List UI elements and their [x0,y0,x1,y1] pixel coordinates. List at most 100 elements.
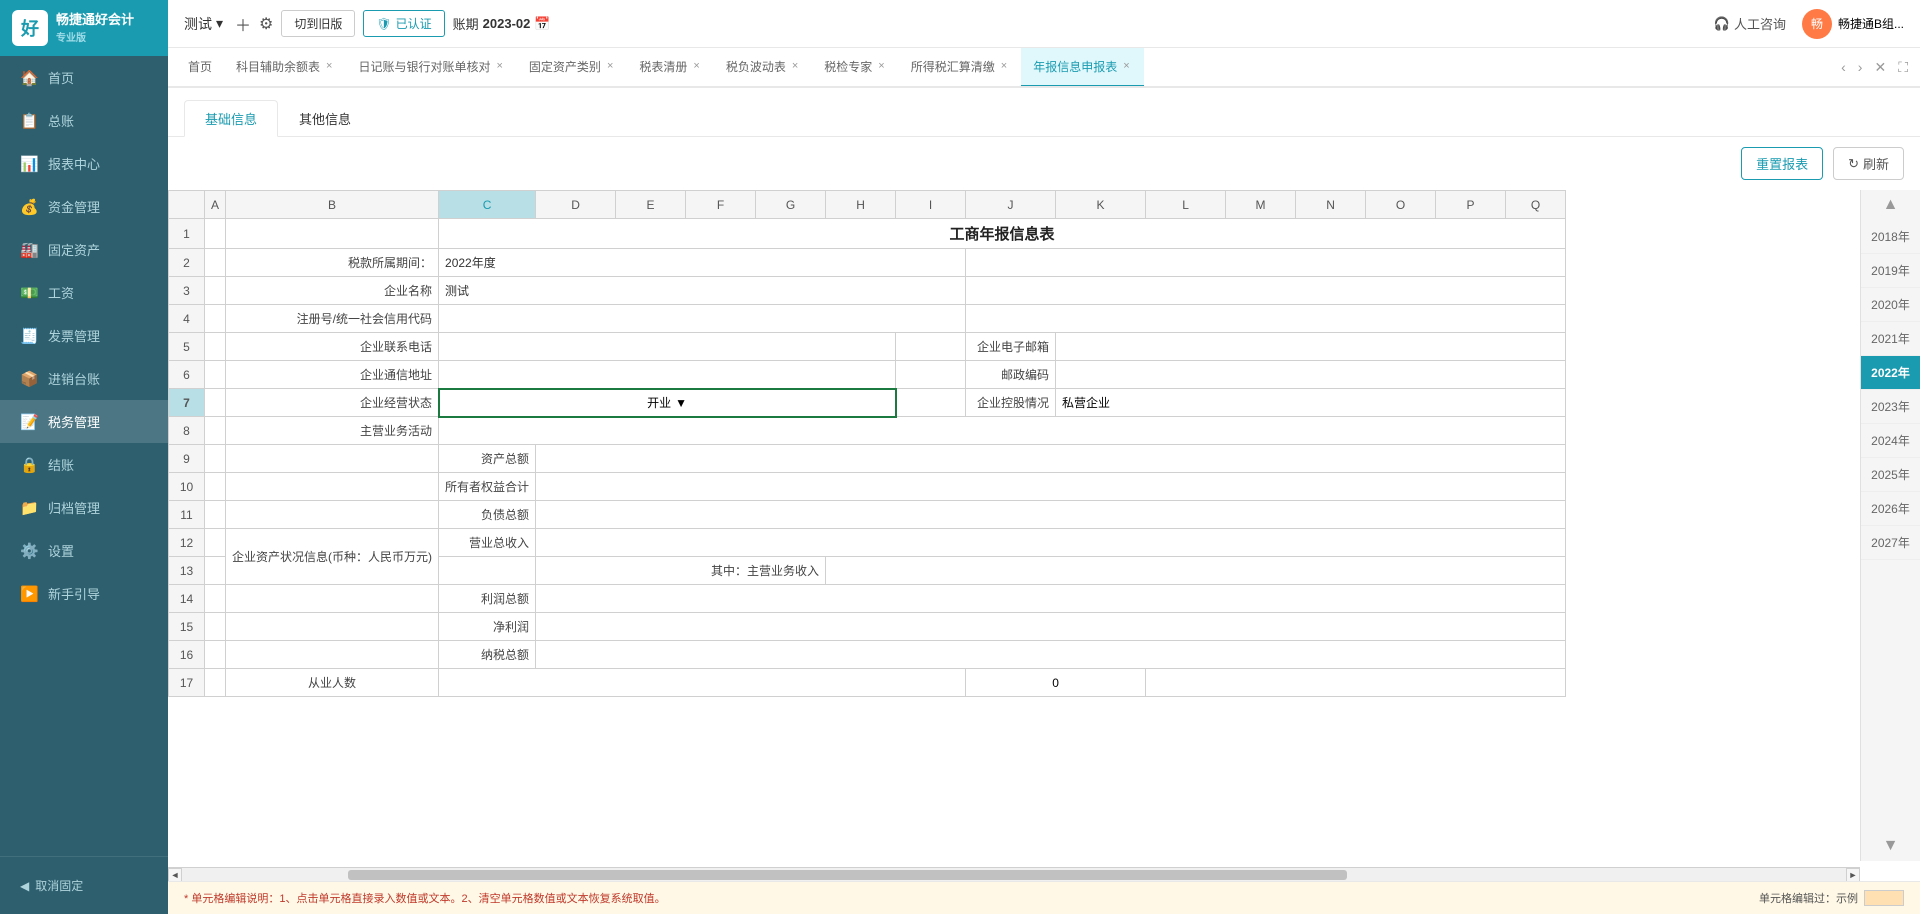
cell-5-j[interactable]: 企业电子邮箱 [966,333,1056,361]
cell-10-a[interactable] [205,473,226,501]
cell-15-c[interactable]: 净利润 [439,613,536,641]
tab-close-income_tax[interactable]: × [999,60,1009,72]
tab-close-aux[interactable]: × [324,60,334,72]
cell-14-b[interactable] [226,585,439,613]
year-item[interactable]: 2019年 [1861,254,1920,288]
tab-tax_clear[interactable]: 税表清册× [627,48,713,87]
year-item[interactable]: 2026年 [1861,492,1920,526]
sidebar-item-salary[interactable]: 💵 工资 [0,271,168,314]
cell-12-c[interactable]: 营业总收入 [439,529,536,557]
h-scroll-track[interactable] [182,868,1846,882]
cell-9-d[interactable] [536,445,1566,473]
tab-income_tax[interactable]: 所得税汇算清缴× [899,48,1021,87]
tab-home[interactable]: 首页 [176,48,224,87]
tab-tax_expert[interactable]: 税检专家× [812,48,898,87]
sidebar-item-tax[interactable]: 📝 税务管理 [0,400,168,443]
year-item[interactable]: 2025年 [1861,458,1920,492]
cell-8-b[interactable]: 主营业务活动 [226,417,439,445]
cell-17-c[interactable] [439,669,966,697]
cell-13-h[interactable] [826,557,1566,585]
cell-10-d[interactable] [536,473,1566,501]
tab-expand-btn[interactable]: ⛶ [1894,57,1912,78]
sidebar-item-fund[interactable]: 💰 资金管理 [0,185,168,228]
calendar-icon[interactable]: 📅 [534,16,550,32]
tab-close-journal[interactable]: × [494,60,504,72]
cell-6-c[interactable] [439,361,896,389]
cell-6-a[interactable] [205,361,226,389]
cell-2-a[interactable] [205,249,226,277]
cell-8-c[interactable] [439,417,1566,445]
cell-13-d[interactable]: 其中：主营业务收入 [536,557,826,585]
cell-6-i[interactable] [896,361,966,389]
cell-11-c[interactable]: 负债总额 [439,501,536,529]
tab-close-annual[interactable]: × [1121,60,1131,72]
cell-7-c[interactable]: 开业 ▼ [439,389,896,417]
cell-14-d[interactable] [536,585,1566,613]
tab-journal[interactable]: 日记账与银行对账单核对× [346,48,516,87]
cell-3-c[interactable]: 测试 [439,277,966,305]
cell-16-b[interactable] [226,641,439,669]
cell-11-b[interactable] [226,501,439,529]
sidebar-item-fixed[interactable]: 🏭 固定资产 [0,228,168,271]
cell-15-b[interactable] [226,613,439,641]
refresh-btn[interactable]: ↻ 刷新 [1833,147,1904,180]
cell-5-b[interactable]: 企业联系电话 [226,333,439,361]
cell-13-a[interactable] [205,557,226,585]
sidebar-item-report[interactable]: 📊 报表中心 [0,142,168,185]
cell-10-b[interactable] [226,473,439,501]
plus-icon[interactable]: ＋ [235,12,251,36]
cell-5-a[interactable] [205,333,226,361]
year-up-btn[interactable]: ▲ [1861,190,1920,220]
cell-7-b[interactable]: 企业经营状态 [226,389,439,417]
cell-14-c[interactable]: 利润总额 [439,585,536,613]
cell-9-b[interactable] [226,445,439,473]
cell-15-a[interactable] [205,613,226,641]
cell-15-d[interactable] [536,613,1566,641]
tab-aux[interactable]: 科目辅助余额表× [224,48,346,87]
year-item[interactable]: 2018年 [1861,220,1920,254]
cell-4-j[interactable] [966,305,1566,333]
scroll-right-btn[interactable]: ► [1846,868,1860,882]
cell-5-c[interactable] [439,333,896,361]
year-item[interactable]: 2027年 [1861,526,1920,560]
cell-12-d[interactable] [536,529,1566,557]
cell-16-c[interactable]: 纳税总额 [439,641,536,669]
year-item[interactable]: 2020年 [1861,288,1920,322]
cell-12-b[interactable]: 企业资产状况信息(币种：人民币万元) [226,529,439,585]
cell-2-c[interactable]: 2022年度 [439,249,966,277]
cell-title[interactable]: 工商年报信息表 [439,219,1566,249]
tab-prev-btn[interactable]: ‹ [1837,57,1850,77]
tab-close-tax_expert[interactable]: × [876,60,886,72]
cell-6-j[interactable]: 邮政编码 [966,361,1056,389]
support-btn[interactable]: 🎧 人工咨询 [1714,14,1786,33]
cell-8-a[interactable] [205,417,226,445]
cell-1-b[interactable] [226,219,439,249]
sidebar-item-ledger[interactable]: 📋 总账 [0,99,168,142]
year-down-btn[interactable]: ▼ [1861,831,1920,861]
cell-5-i[interactable] [896,333,966,361]
tab-close-all-btn[interactable]: ✕ [1870,57,1890,78]
sidebar-item-settings[interactable]: ⚙️ 设置 [0,529,168,572]
cell-7-j[interactable]: 企业控股情况 [966,389,1056,417]
tab-close-tax_clear[interactable]: × [691,60,701,72]
settings-icon[interactable]: ⚙ [259,14,273,34]
cell-2-b[interactable]: 税款所属期间： [226,249,439,277]
tab-close-tax_wave[interactable]: × [790,60,800,72]
reset-btn[interactable]: 重置报表 [1741,147,1823,180]
certified-btn[interactable]: 🛡 已认证 [363,10,444,37]
year-item[interactable]: 2023年 [1861,390,1920,424]
cell-13-c[interactable] [439,557,536,585]
scroll-left-btn[interactable]: ◄ [168,868,182,882]
cell-4-b[interactable]: 注册号/统一社会信用代码 [226,305,439,333]
cell-3-b[interactable]: 企业名称 [226,277,439,305]
cell-14-a[interactable] [205,585,226,613]
sidebar-item-guide[interactable]: ▶️ 新手引导 [0,572,168,615]
cell-11-a[interactable] [205,501,226,529]
cell-9-c[interactable]: 资产总额 [439,445,536,473]
user-menu[interactable]: 畅 畅捷通B组... [1802,9,1904,39]
cell-10-c[interactable]: 所有者权益合计 [439,473,536,501]
cell-1-a[interactable] [205,219,226,249]
cell-2-j[interactable] [966,249,1566,277]
cell-6-k[interactable] [1056,361,1566,389]
cell-7-a[interactable] [205,389,226,417]
